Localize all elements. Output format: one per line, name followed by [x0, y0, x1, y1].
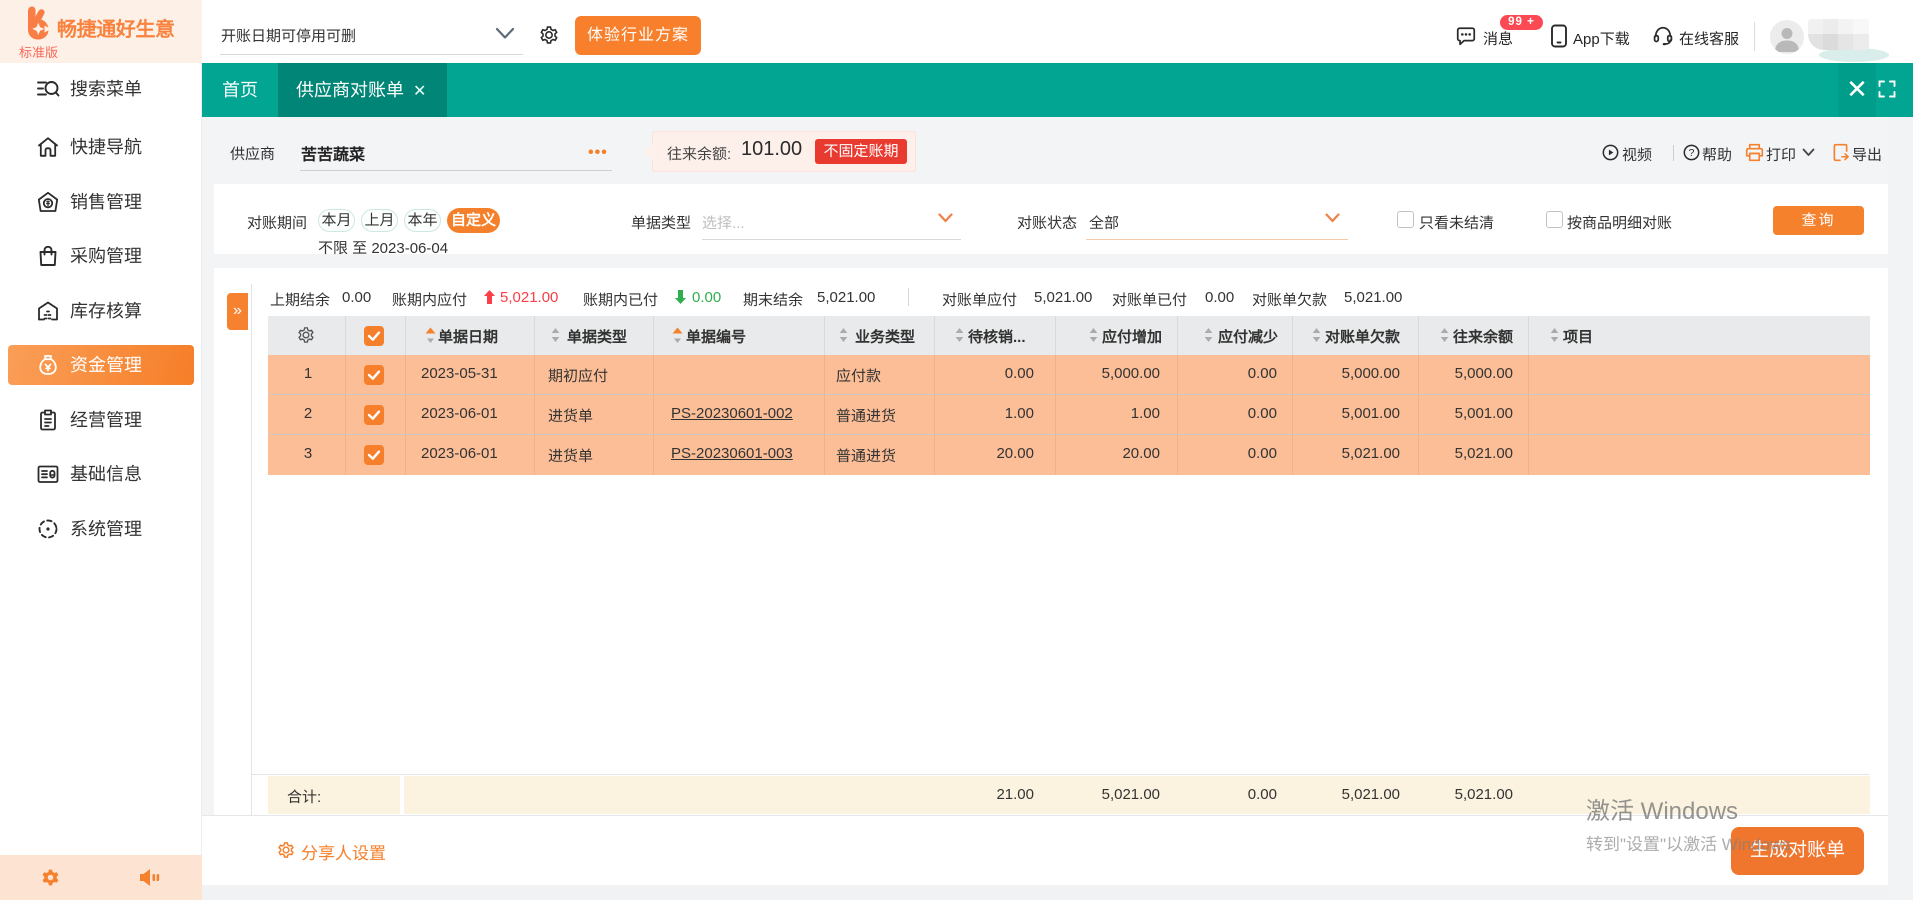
svg-text:?: ?	[1689, 148, 1695, 159]
